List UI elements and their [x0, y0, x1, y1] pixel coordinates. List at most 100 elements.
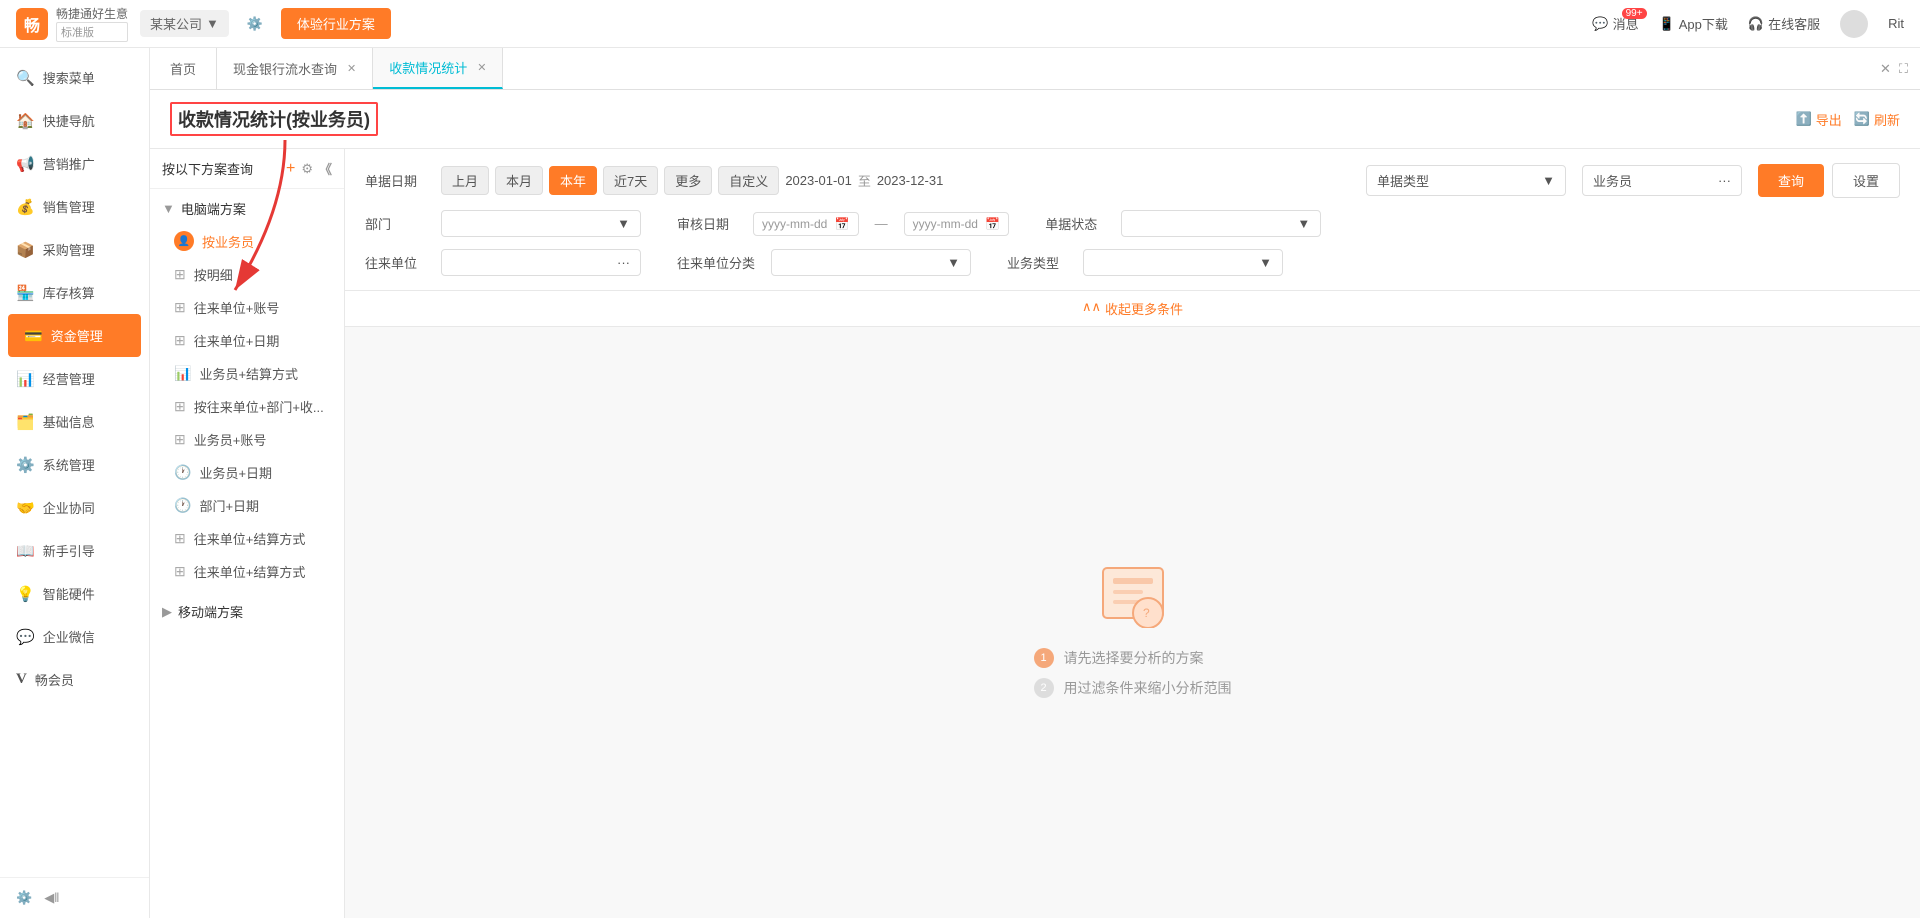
- scheme-item-unit-dept-collect[interactable]: ⊞ 按往来单位+部门+收...: [150, 390, 344, 423]
- user-avatar[interactable]: [1840, 10, 1868, 38]
- filter-row-3: 往来单位 ··· 往来单位分类 ▼ 业务类型 ▼: [365, 249, 1900, 276]
- doc-type-selector[interactable]: 单据类型 ▼: [1366, 165, 1566, 196]
- dept-selector[interactable]: ▼: [441, 210, 641, 237]
- dash: 至: [858, 171, 871, 190]
- doc-status-selector[interactable]: ▼: [1121, 210, 1321, 237]
- review-date-from[interactable]: yyyy-mm-dd 📅: [753, 212, 859, 236]
- query-btn[interactable]: 查询: [1758, 164, 1824, 197]
- date-btn-last-month[interactable]: 上月: [441, 166, 489, 195]
- scheme-panel: 按以下方案查询 + ⚙ 《 ▼ 电脑端方案 👤: [150, 149, 345, 918]
- sidebar-item-marketing[interactable]: 📢 营销推广: [0, 142, 149, 185]
- date-btn-more[interactable]: 更多: [664, 166, 712, 195]
- sidebar-item-sales[interactable]: 💰 销售管理: [0, 185, 149, 228]
- sidebar-item-basic[interactable]: 🗂️ 基础信息: [0, 400, 149, 443]
- sidebar-item-member[interactable]: V 畅会员: [0, 658, 149, 701]
- sidebar-item-finance[interactable]: 💳 资金管理: [8, 314, 141, 357]
- salesperson-selector[interactable]: 业务员 ···: [1582, 165, 1742, 196]
- tab-collection-stat[interactable]: 收款情况统计 ✕: [373, 48, 503, 89]
- collapse-bar[interactable]: ∧∧ 收起更多条件: [345, 291, 1920, 327]
- sidebar-item-smart[interactable]: 💡 智能硬件: [0, 572, 149, 615]
- scheme-item-sales-settlement[interactable]: 📊 业务员+结算方式: [150, 357, 344, 390]
- partner-label: 往来单位: [365, 253, 425, 272]
- trial-btn[interactable]: 体验行业方案: [281, 8, 391, 39]
- scheme-item-unit-settlement2[interactable]: ⊞ 往来单位+结算方式: [150, 555, 344, 588]
- partner-category-label: 往来单位分类: [677, 253, 755, 272]
- business-type-selector[interactable]: ▼: [1083, 249, 1283, 276]
- member-icon: V: [16, 671, 27, 688]
- sidebar-item-purchase[interactable]: 📦 采购管理: [0, 228, 149, 271]
- tab-bar: 首页 现金银行流水查询 ✕ 收款情况统计 ✕ ✕ ⛶: [150, 48, 1920, 90]
- settings-icon[interactable]: ⚙️: [241, 10, 269, 38]
- date-btn-custom[interactable]: 自定义: [718, 166, 779, 195]
- doc-type-dropdown-icon: ▼: [1542, 173, 1555, 188]
- app-download-btn[interactable]: 📱 App下载: [1659, 14, 1728, 33]
- page-title: 收款情况统计(按业务员): [170, 102, 378, 136]
- partner-selector[interactable]: ···: [441, 249, 641, 276]
- tab-maximize-icon[interactable]: ⛶: [1899, 61, 1908, 77]
- operation-icon: 📊: [16, 370, 35, 388]
- gear-bottom-icon[interactable]: ⚙️: [16, 890, 32, 906]
- scheme-group-desktop: ▼ 电脑端方案 👤 按业务员 ⊞ 按明细 ⊞ 往来单位+账号: [150, 189, 344, 592]
- logo-area: 畅 畅捷通好生意 标准版: [16, 5, 128, 42]
- filter-row-1: 单据日期 上月 本月 本年 近7天 更多 自定义 2023-01-01 至 20: [365, 163, 1900, 198]
- refresh-label: 刷新: [1874, 110, 1900, 129]
- sidebar-item-corp[interactable]: 🤝 企业协同: [0, 486, 149, 529]
- sidebar-label-sales: 销售管理: [43, 197, 95, 216]
- message-btn[interactable]: 💬 消息 99+: [1592, 14, 1638, 33]
- dept-label: 部门: [365, 214, 425, 233]
- sidebar-item-operation[interactable]: 📊 经营管理: [0, 357, 149, 400]
- tab-close-all-icon[interactable]: ✕: [1880, 61, 1891, 77]
- company-selector[interactable]: 某某公司 ▼: [140, 10, 229, 37]
- sidebar-item-search[interactable]: 🔍 搜索菜单: [0, 56, 149, 99]
- tab-bank-flow-close[interactable]: ✕: [347, 62, 356, 75]
- scheme-group-desktop-header[interactable]: ▼ 电脑端方案: [150, 193, 344, 224]
- smart-icon: 💡: [16, 585, 35, 603]
- filter-buttons: 查询 设置: [1758, 163, 1900, 198]
- refresh-btn[interactable]: 🔄 刷新: [1854, 110, 1900, 129]
- export-btn[interactable]: ⬆️ 导出: [1796, 110, 1842, 129]
- scheme-item-unit-settlement1[interactable]: ⊞ 往来单位+结算方式: [150, 522, 344, 555]
- scheme-item-unit-date[interactable]: ⊞ 往来单位+日期: [150, 324, 344, 357]
- scheme-add-btn[interactable]: +: [286, 160, 295, 178]
- sidebar-label-finance: 资金管理: [51, 326, 103, 345]
- tab-home[interactable]: 首页: [150, 48, 217, 89]
- scheme-item-by-salesperson[interactable]: 👤 按业务员: [150, 224, 344, 258]
- tab-bank-flow[interactable]: 现金银行流水查询 ✕: [217, 48, 373, 89]
- dept-dropdown-icon: ▼: [617, 216, 630, 231]
- scheme-collapse-btn[interactable]: 《: [319, 159, 332, 178]
- company-name: 某某公司: [150, 14, 202, 33]
- scheme-item-by-detail[interactable]: ⊞ 按明细: [150, 258, 344, 291]
- scheme-settings-btn[interactable]: ⚙: [301, 161, 313, 177]
- sidebar-item-system[interactable]: ⚙️ 系统管理: [0, 443, 149, 486]
- unit-dept-icon: ⊞: [174, 398, 186, 415]
- sidebar-label-smart: 智能硬件: [43, 584, 95, 603]
- scheme-item-dept-date[interactable]: 🕐 部门+日期: [150, 489, 344, 522]
- review-date-to[interactable]: yyyy-mm-dd 📅: [904, 212, 1010, 236]
- scheme-item-sales-date[interactable]: 🕐 业务员+日期: [150, 456, 344, 489]
- date-btn-7days[interactable]: 近7天: [603, 166, 658, 195]
- scheme-group-mobile: ▶ 移动端方案: [150, 592, 344, 631]
- date-btn-this-month[interactable]: 本月: [495, 166, 543, 195]
- partner-category-selector[interactable]: ▼: [771, 249, 971, 276]
- step-2-text: 用过滤条件来缩小分析范围: [1064, 678, 1232, 698]
- scheme-item-unit-account[interactable]: ⊞ 往来单位+账号: [150, 291, 344, 324]
- page-header: 收款情况统计(按业务员) ⬆️ 导出 🔄 刷新: [150, 90, 1920, 149]
- partner-more-icon: ···: [617, 255, 630, 270]
- collapse-sidebar-icon[interactable]: ◀‖: [44, 890, 59, 906]
- sidebar-item-wechat[interactable]: 💬 企业微信: [0, 615, 149, 658]
- tab-collection-stat-close[interactable]: ✕: [477, 61, 486, 74]
- sidebar-label-guide: 新手引导: [43, 541, 95, 560]
- sidebar-item-inventory[interactable]: 🏪 库存核算: [0, 271, 149, 314]
- scheme-item-sales-account[interactable]: ⊞ 业务员+账号: [150, 423, 344, 456]
- salesperson-more-icon: ···: [1718, 173, 1731, 188]
- mobile-group-expand-icon: ▶: [162, 604, 172, 620]
- date-btn-this-year[interactable]: 本年: [549, 166, 597, 195]
- group-label: 电脑端方案: [181, 199, 246, 218]
- scheme-item-label: 往来单位+账号: [194, 298, 280, 317]
- online-service-btn[interactable]: 🎧 在线客服: [1748, 14, 1820, 33]
- sidebar-item-quick-nav[interactable]: 🏠 快捷导航: [0, 99, 149, 142]
- filter-settings-btn[interactable]: 设置: [1832, 163, 1900, 198]
- step-1-text: 请先选择要分析的方案: [1064, 648, 1204, 668]
- scheme-group-mobile-header[interactable]: ▶ 移动端方案: [150, 596, 344, 627]
- sidebar-item-guide[interactable]: 📖 新手引导: [0, 529, 149, 572]
